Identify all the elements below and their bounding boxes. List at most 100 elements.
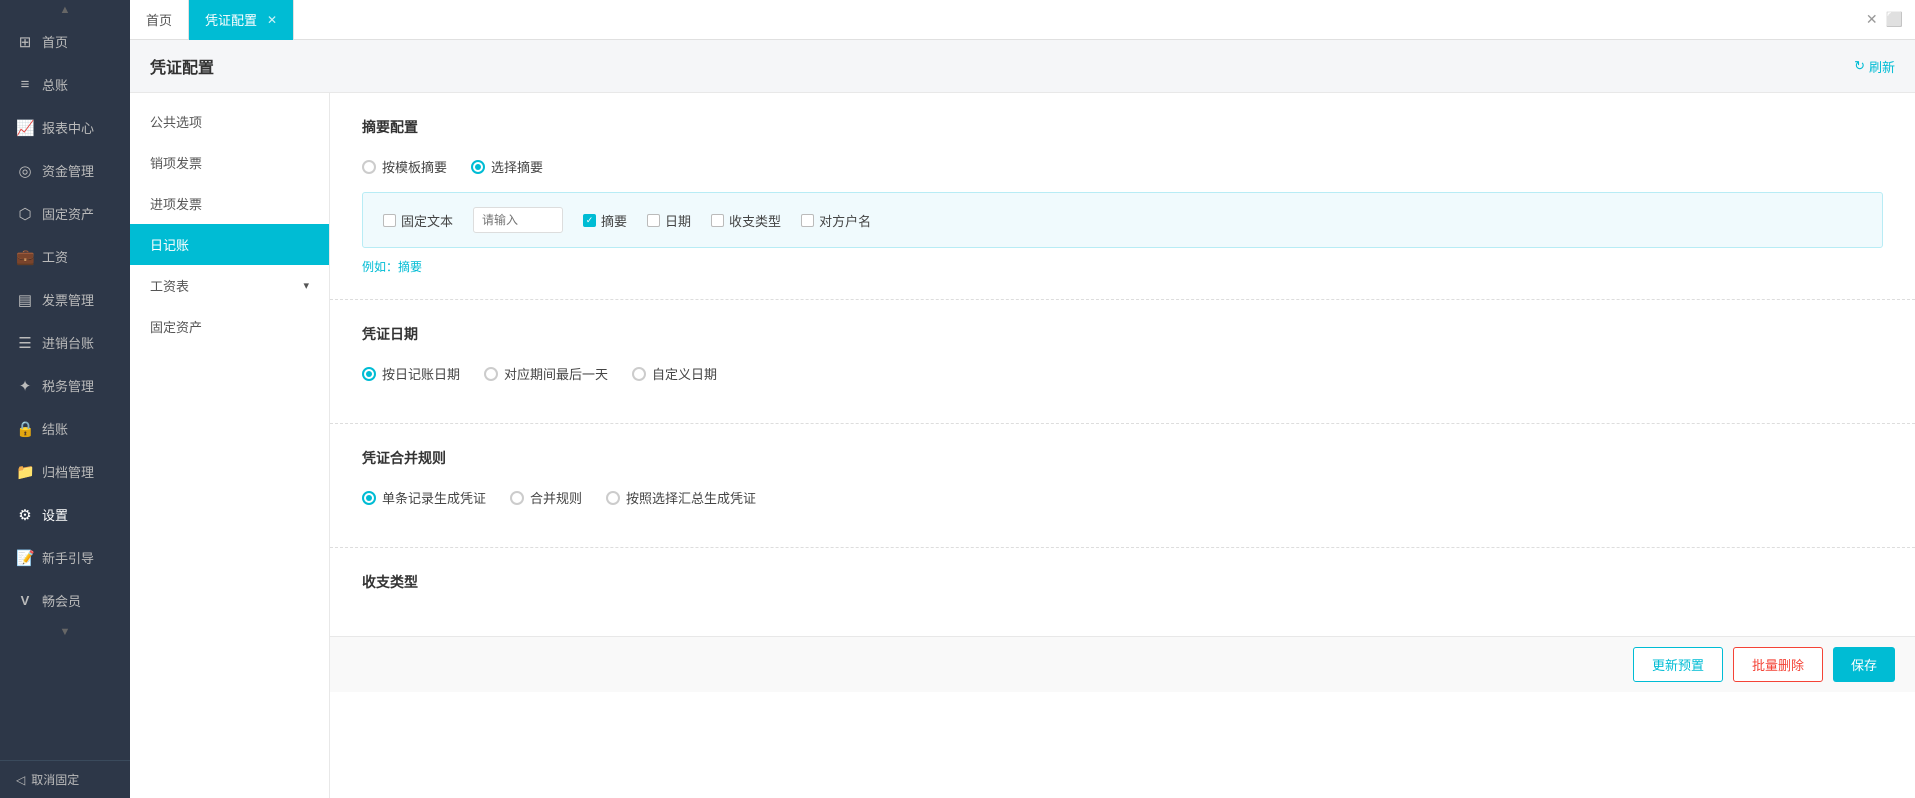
radio-by-selection[interactable]: 按照选择汇总生成凭证 bbox=[606, 488, 756, 507]
sidebar-unpin-button[interactable]: ◁ 取消固定 bbox=[0, 760, 130, 798]
tab-home[interactable]: 首页 bbox=[130, 0, 189, 40]
tax-icon: ✦ bbox=[16, 377, 34, 395]
maximize-window-icon[interactable]: ⬜ bbox=[1886, 11, 1903, 28]
sidebar-item-guide[interactable]: 📝 新手引导 bbox=[0, 536, 130, 579]
close-window-icon[interactable]: ✕ bbox=[1866, 11, 1878, 28]
batch-delete-button[interactable]: 批量删除 bbox=[1733, 647, 1823, 682]
assets-icon: ⬡ bbox=[16, 205, 34, 223]
sidebar-item-fund-management[interactable]: ◎ 资金管理 bbox=[0, 149, 130, 192]
sidebar-item-vip[interactable]: V 畅会员 bbox=[0, 579, 130, 622]
radio-template-summary[interactable]: 按模板摘要 bbox=[362, 157, 447, 176]
checkbox-label: 摘要 bbox=[601, 211, 627, 230]
checkbox-box bbox=[383, 214, 396, 227]
sidebar-item-label: 结账 bbox=[42, 419, 68, 438]
fund-icon: ◎ bbox=[16, 162, 34, 180]
tab-voucher[interactable]: 凭证配置 ✕ bbox=[189, 0, 294, 40]
checkbox-fixed-text[interactable]: 固定文本 bbox=[383, 211, 453, 230]
tab-bar-actions: ✕ ⬜ bbox=[1866, 11, 1915, 28]
refresh-icon: ↻ bbox=[1854, 58, 1865, 74]
sidebar-item-purchase-sales[interactable]: ☰ 进销台账 bbox=[0, 321, 130, 364]
checkbox-box bbox=[711, 214, 724, 227]
radio-merge-rule[interactable]: 合并规则 bbox=[510, 488, 582, 507]
date-section: 凭证日期 按日记账日期 对应期间最后一天 自定义日期 bbox=[330, 300, 1915, 424]
payroll-icon: 💼 bbox=[16, 248, 34, 266]
sidebar-scroll-down[interactable]: ▼ bbox=[0, 622, 130, 642]
nav-item-journal[interactable]: 日记账 bbox=[130, 224, 329, 265]
nav-item-public-options[interactable]: 公共选项 bbox=[130, 101, 329, 142]
nav-label: 销项发票 bbox=[150, 153, 202, 172]
radio-label: 单条记录生成凭证 bbox=[382, 488, 486, 507]
invoice-icon: ▤ bbox=[16, 291, 34, 309]
sidebar-item-report-center[interactable]: 📈 报表中心 bbox=[0, 106, 130, 149]
date-title: 凭证日期 bbox=[362, 324, 1883, 344]
nav-item-payroll-table[interactable]: 工资表 ▾ bbox=[130, 265, 329, 306]
tab-voucher-close[interactable]: ✕ bbox=[267, 13, 277, 27]
radio-circle bbox=[362, 160, 376, 174]
sidebar-item-label: 报表中心 bbox=[42, 118, 94, 137]
bottom-actions: 更新预置 批量删除 保存 bbox=[330, 636, 1915, 692]
radio-circle-checked bbox=[471, 160, 485, 174]
nav-label: 公共选项 bbox=[150, 112, 202, 131]
sidebar-item-fixed-assets[interactable]: ⬡ 固定资产 bbox=[0, 192, 130, 235]
nav-label: 工资表 bbox=[150, 276, 189, 295]
nav-item-fixed-assets[interactable]: 固定资产 bbox=[130, 306, 329, 347]
summary-checkbox-row: 固定文本 摘要 日期 收支类型 bbox=[362, 192, 1883, 248]
sidebar-item-label: 新手引导 bbox=[42, 548, 94, 567]
sidebar-item-payroll[interactable]: 💼 工资 bbox=[0, 235, 130, 278]
sidebar-item-label: 畅会员 bbox=[42, 591, 81, 610]
sidebar-item-label: 固定资产 bbox=[42, 204, 94, 223]
refresh-button[interactable]: ↻ 刷新 bbox=[1854, 57, 1895, 76]
right-content: 摘要配置 按模板摘要 选择摘要 固定文本 bbox=[330, 93, 1915, 798]
sidebar-item-home[interactable]: ⊞ 首页 bbox=[0, 20, 130, 63]
checkbox-summary[interactable]: 摘要 bbox=[583, 211, 627, 230]
sidebar-scroll-up[interactable]: ▲ bbox=[0, 0, 130, 20]
save-button[interactable]: 保存 bbox=[1833, 647, 1895, 682]
summary-title: 摘要配置 bbox=[362, 117, 1883, 137]
sidebar-item-archive[interactable]: 📁 归档管理 bbox=[0, 450, 130, 493]
fixed-text-input[interactable] bbox=[473, 207, 563, 233]
radio-custom-date[interactable]: 自定义日期 bbox=[632, 364, 717, 383]
sidebar-item-invoice-management[interactable]: ▤ 发票管理 bbox=[0, 278, 130, 321]
expand-icon: ▾ bbox=[303, 279, 309, 292]
radio-period-last-day[interactable]: 对应期间最后一天 bbox=[484, 364, 608, 383]
checkbox-box-checked bbox=[583, 214, 596, 227]
update-preview-button[interactable]: 更新预置 bbox=[1633, 647, 1723, 682]
tab-bar: 首页 凭证配置 ✕ ✕ ⬜ bbox=[130, 0, 1915, 40]
radio-by-journal-date[interactable]: 按日记账日期 bbox=[362, 364, 460, 383]
nav-label: 日记账 bbox=[150, 235, 189, 254]
settings-icon: ⚙ bbox=[16, 506, 34, 524]
checkbox-date[interactable]: 日期 bbox=[647, 211, 691, 230]
radio-label: 按照选择汇总生成凭证 bbox=[626, 488, 756, 507]
radio-circle bbox=[606, 491, 620, 505]
checkbox-box bbox=[801, 214, 814, 227]
merge-section: 凭证合并规则 单条记录生成凭证 合并规则 按照选择汇总生成凭证 bbox=[330, 424, 1915, 548]
checkbox-payment-type[interactable]: 收支类型 bbox=[711, 211, 781, 230]
vip-icon: V bbox=[16, 593, 34, 608]
nav-item-purchase-invoice[interactable]: 进项发票 bbox=[130, 183, 329, 224]
home-icon: ⊞ bbox=[16, 33, 34, 51]
sidebar-item-label: 设置 bbox=[42, 505, 68, 524]
sidebar-item-settings[interactable]: ⚙ 设置 bbox=[0, 493, 130, 536]
page-title: 凭证配置 bbox=[150, 54, 214, 78]
date-radio-group: 按日记账日期 对应期间最后一天 自定义日期 bbox=[362, 364, 1883, 383]
left-nav: 公共选项 销项发票 进项发票 日记账 工资表 ▾ 固定资产 bbox=[130, 93, 330, 798]
checkbox-counterparty[interactable]: 对方户名 bbox=[801, 211, 871, 230]
radio-circle-checked bbox=[362, 491, 376, 505]
nav-label: 进项发票 bbox=[150, 194, 202, 213]
tab-voucher-label: 凭证配置 bbox=[205, 10, 257, 29]
radio-single-record[interactable]: 单条记录生成凭证 bbox=[362, 488, 486, 507]
nav-label: 固定资产 bbox=[150, 317, 202, 336]
checkbox-label: 固定文本 bbox=[401, 211, 453, 230]
summary-radio-group: 按模板摘要 选择摘要 bbox=[362, 157, 1883, 176]
sidebar-item-label: 归档管理 bbox=[42, 462, 94, 481]
radio-label: 对应期间最后一天 bbox=[504, 364, 608, 383]
sidebar-bottom-label: 取消固定 bbox=[31, 771, 79, 788]
sidebar-item-general-ledger[interactable]: ≡ 总账 bbox=[0, 63, 130, 106]
summary-section: 摘要配置 按模板摘要 选择摘要 固定文本 bbox=[330, 93, 1915, 300]
sidebar-item-closing[interactable]: 🔒 结账 bbox=[0, 407, 130, 450]
sidebar-item-tax-management[interactable]: ✦ 税务管理 bbox=[0, 364, 130, 407]
checkbox-box bbox=[647, 214, 660, 227]
radio-select-summary[interactable]: 选择摘要 bbox=[471, 157, 543, 176]
nav-item-sales-invoice[interactable]: 销项发票 bbox=[130, 142, 329, 183]
content-area: 公共选项 销项发票 进项发票 日记账 工资表 ▾ 固定资产 摘要配置 bbox=[130, 93, 1915, 798]
